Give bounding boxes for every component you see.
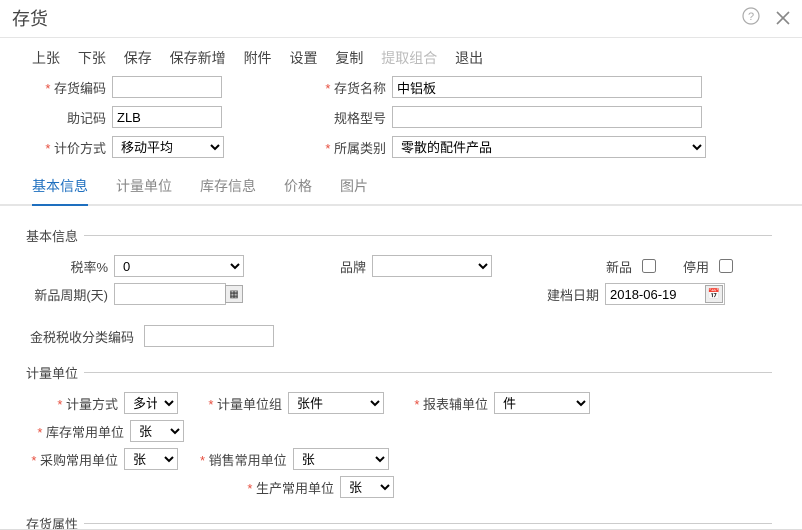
select-measure-method[interactable]: 多计量 <box>124 392 178 414</box>
select-produce-unit[interactable]: 张 <box>340 476 394 498</box>
tab-basic[interactable]: 基本信息 <box>32 170 88 206</box>
select-brand[interactable] <box>372 255 492 277</box>
label-archive-date: 建档日期 <box>545 285 605 304</box>
toolbar-extract: 提取组合 <box>381 50 437 66</box>
tab-image[interactable]: 图片 <box>340 170 368 204</box>
help-icon[interactable]: ? <box>742 0 760 38</box>
toolbar-next[interactable]: 下张 <box>78 50 106 66</box>
label-unit-group: 计量单位组 <box>200 394 288 413</box>
label-produce-unit: 生产常用单位 <box>240 478 340 497</box>
input-spec[interactable] <box>392 106 702 128</box>
label-name: 存货名称 <box>312 78 392 97</box>
calendar-icon[interactable]: 📅 <box>705 285 723 303</box>
checkbox-stop-flag[interactable] <box>719 259 733 273</box>
label-new-flag: 新品 <box>604 257 638 276</box>
legend-basic: 基本信息 <box>26 226 84 245</box>
toolbar-save[interactable]: 保存 <box>124 50 152 66</box>
label-tax-rate: 税率% <box>30 257 114 276</box>
select-cost-method[interactable]: 移动平均 <box>112 136 224 158</box>
label-sale-unit: 销售常用单位 <box>200 450 293 469</box>
grid-icon[interactable]: ▦ <box>225 285 243 303</box>
toolbar-settings[interactable]: 设置 <box>289 50 317 66</box>
label-new-period: 新品周期(天) <box>30 285 114 304</box>
label-stock-unit: 库存常用单位 <box>30 422 130 441</box>
toolbar-copy[interactable]: 复制 <box>335 50 363 66</box>
fieldset-unit: 计量单位 计量方式 多计量 计量单位组 张件 报表辅单位 件 库存常用单位 张 <box>30 363 772 504</box>
fieldset-attr: 存货属性 外购 销售 自制 生产耗用 <box>30 514 772 530</box>
label-measure-method: 计量方式 <box>30 394 124 413</box>
input-tax-class[interactable] <box>144 325 274 347</box>
select-sale-unit[interactable]: 张 <box>293 448 389 470</box>
close-icon[interactable] <box>776 0 790 38</box>
toolbar: 上张 下张 保存 保存新增 附件 设置 复制 提取组合 退出 <box>0 38 802 74</box>
tab-unit[interactable]: 计量单位 <box>116 170 172 204</box>
label-cost-method: 计价方式 <box>32 138 112 157</box>
label-report-aux: 报表辅单位 <box>406 394 494 413</box>
window-title: 存货 <box>12 0 48 38</box>
select-tax-rate[interactable]: 0 <box>114 255 244 277</box>
input-mnemonic[interactable] <box>112 106 222 128</box>
input-code[interactable] <box>112 76 222 98</box>
label-purchase-unit: 采购常用单位 <box>30 450 124 469</box>
label-brand: 品牌 <box>336 257 372 276</box>
legend-attr: 存货属性 <box>26 514 84 530</box>
label-category: 所属类别 <box>312 138 392 157</box>
checkbox-new-flag[interactable] <box>642 259 656 273</box>
input-name[interactable] <box>392 76 702 98</box>
toolbar-prev[interactable]: 上张 <box>32 50 60 66</box>
svg-text:?: ? <box>748 11 754 23</box>
label-stop-flag: 停用 <box>681 257 715 276</box>
label-spec: 规格型号 <box>312 108 392 127</box>
tabs: 基本信息 计量单位 库存信息 价格 图片 <box>0 164 802 206</box>
legend-unit: 计量单位 <box>26 363 84 382</box>
select-unit-group[interactable]: 张件 <box>288 392 384 414</box>
toolbar-save-new[interactable]: 保存新增 <box>170 50 226 66</box>
select-stock-unit[interactable]: 张 <box>130 420 184 442</box>
label-mnemonic: 助记码 <box>32 108 112 127</box>
toolbar-attach[interactable]: 附件 <box>244 50 272 66</box>
select-report-aux[interactable]: 件 <box>494 392 590 414</box>
select-purchase-unit[interactable]: 张 <box>124 448 178 470</box>
titlebar: 存货 ? <box>0 0 802 38</box>
tab-stock[interactable]: 库存信息 <box>200 170 256 204</box>
toolbar-exit[interactable]: 退出 <box>455 50 483 66</box>
select-category[interactable]: 零散的配件产品 <box>392 136 706 158</box>
label-code: 存货编码 <box>32 78 112 97</box>
tab-price[interactable]: 价格 <box>284 170 312 204</box>
fieldset-basic: 基本信息 税率% 0 品牌 新品 停用 <box>30 226 772 353</box>
label-tax-class: 金税税收分类编码 <box>30 327 140 346</box>
input-new-period[interactable] <box>114 283 226 305</box>
